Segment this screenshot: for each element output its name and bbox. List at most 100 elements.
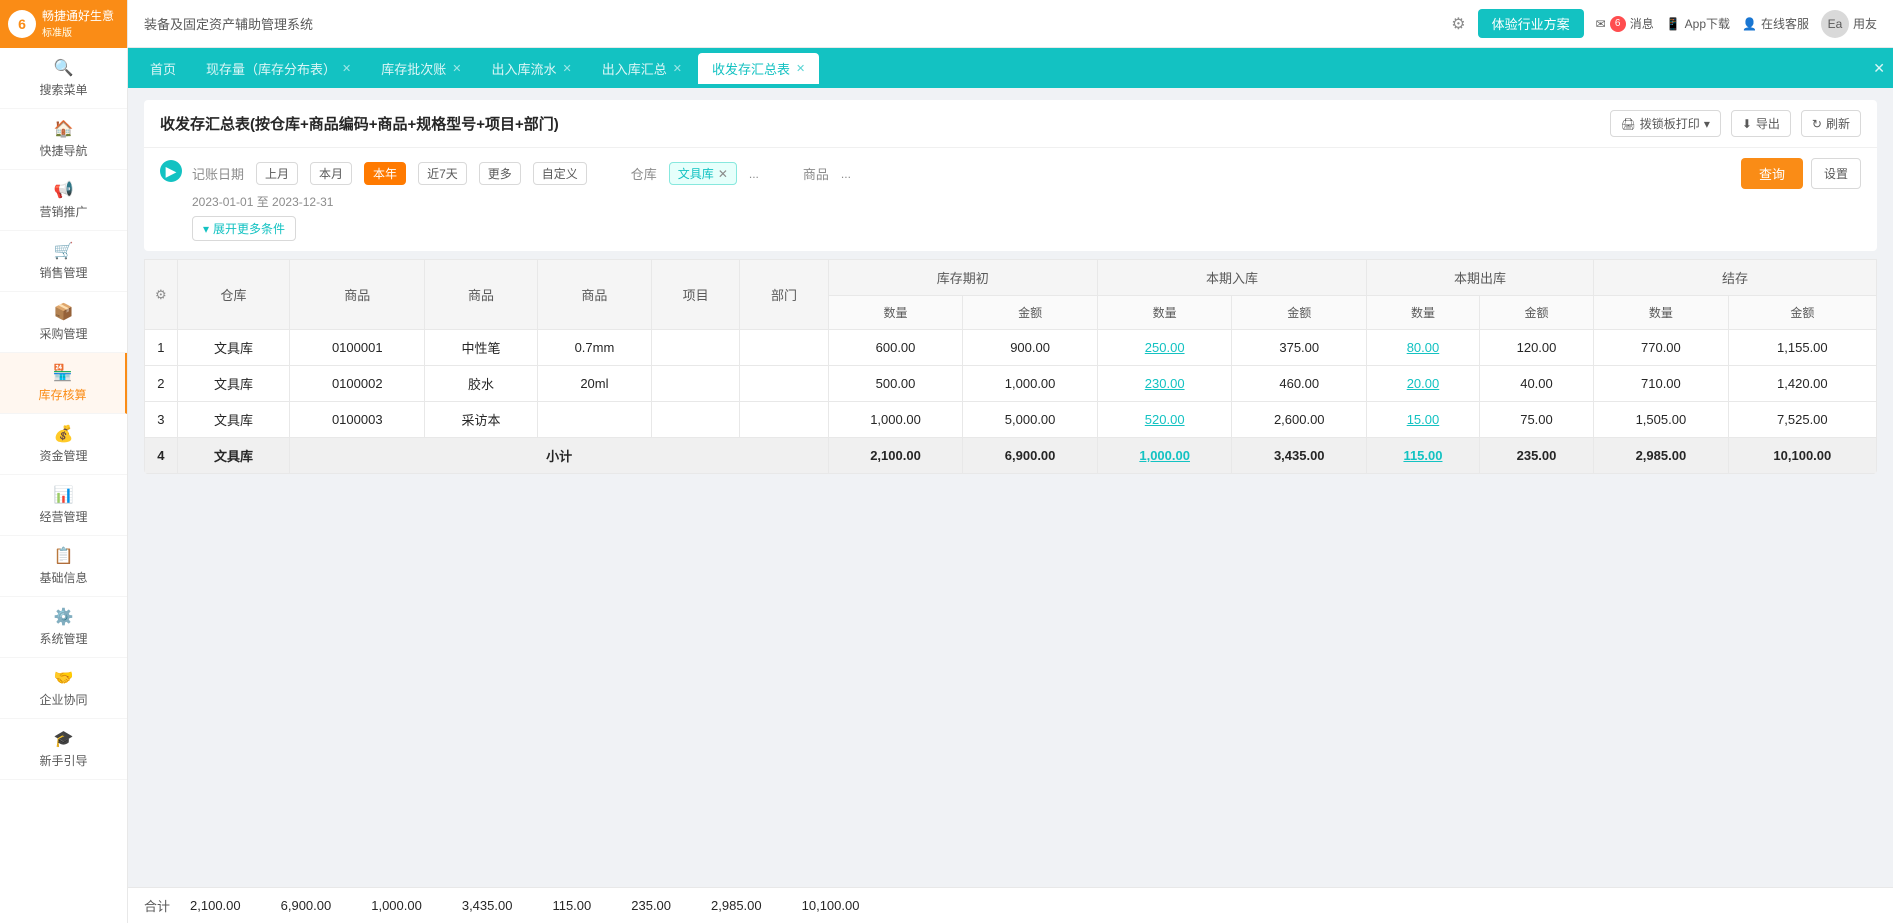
- date-btn-this-month[interactable]: 本月: [310, 162, 352, 185]
- subtotal-index: 4: [145, 438, 178, 474]
- row2-out-qty[interactable]: 20.00: [1367, 366, 1480, 402]
- sales-icon: 🛒: [54, 241, 74, 261]
- tabbar: 首页 现存量（库存分布表） ✕ 库存批次账 ✕ 出入库流水 ✕ 出入库汇总 ✕ …: [128, 48, 1893, 88]
- sidebar-item-quicknav[interactable]: 🏠 快捷导航: [0, 109, 127, 170]
- row1-code: 0100001: [290, 330, 425, 366]
- trial-btn[interactable]: 体验行业方案: [1478, 9, 1584, 38]
- total-out-qty: 115.00: [552, 898, 591, 913]
- print-template-btn[interactable]: 🖨 拨锁板打印 ▾: [1610, 110, 1721, 137]
- query-button[interactable]: 查询: [1741, 158, 1803, 189]
- subtotal-bal-amt: 10,100.00: [1728, 438, 1876, 474]
- sidebar-item-system[interactable]: ⚙️ 系统管理: [0, 597, 127, 658]
- col-spec-header: 商品: [537, 260, 651, 330]
- message-badge: 6: [1610, 16, 1626, 32]
- sidebar-item-newbie[interactable]: 🎓 新手引导: [0, 719, 127, 780]
- row1-in-amt: 375.00: [1232, 330, 1367, 366]
- total-values: 2,100.00 6,900.00 1,000.00 3,435.00 115.…: [190, 898, 859, 913]
- tab-batch-ledger[interactable]: 库存批次账 ✕: [367, 53, 475, 84]
- sidebar-item-inventory[interactable]: 🏪 库存核算: [0, 353, 127, 414]
- user-avatar: Ea: [1821, 10, 1849, 38]
- tab-receive-summary[interactable]: 收发存汇总表 ✕: [698, 53, 819, 84]
- col-outbound-header: 本期出库: [1367, 260, 1594, 296]
- row1-out-qty[interactable]: 80.00: [1367, 330, 1480, 366]
- message-btn[interactable]: ✉ 6 消息: [1596, 15, 1654, 32]
- export-btn[interactable]: ⬇ 导出: [1731, 110, 1791, 137]
- sidebar-item-sales[interactable]: 🛒 销售管理: [0, 231, 127, 292]
- table-row: 2 文具库 0100002 胶水 20ml 500.00 1,000.00 23…: [145, 366, 1877, 402]
- subtotal-open-amt: 6,900.00: [963, 438, 1098, 474]
- col-balance-header: 结存: [1594, 260, 1877, 296]
- row2-project: [652, 366, 740, 402]
- total-in-qty: 1,000.00: [371, 898, 422, 913]
- warehouse-filter-label: 仓库: [631, 164, 657, 183]
- sidebar-item-basic[interactable]: 📋 基础信息: [0, 536, 127, 597]
- col-code-header: 商品: [290, 260, 425, 330]
- col-opening-header: 库存期初: [828, 260, 1097, 296]
- row3-index: 3: [145, 402, 178, 438]
- sidebar-item-finance[interactable]: 💰 资金管理: [0, 414, 127, 475]
- col-bal-qty-header: 数量: [1594, 296, 1729, 330]
- close-all-tabs-btn[interactable]: ✕: [1873, 60, 1885, 77]
- date-btn-custom[interactable]: 自定义: [533, 162, 587, 185]
- app-download-btn[interactable]: 📱 App下载: [1666, 15, 1730, 32]
- total-label: 合计: [144, 896, 170, 915]
- tab-close-inout-summary[interactable]: ✕: [673, 62, 682, 75]
- system-icon: ⚙️: [54, 607, 74, 627]
- sidebar-item-enterprise[interactable]: 🤝 企业协同: [0, 658, 127, 719]
- tab-inout-flow[interactable]: 出入库流水 ✕: [477, 53, 585, 84]
- filter-toggle-btn[interactable]: ▶: [160, 160, 182, 182]
- expand-conditions-btn[interactable]: ▾ 展开更多条件: [192, 216, 296, 241]
- online-service-btn[interactable]: 👤 在线客服: [1742, 15, 1809, 32]
- data-table: ⚙ 仓库 商品 商品 商品 项目 部门 库存期初 本期入库 本期出库 结存: [144, 259, 1877, 474]
- warehouse-more-btn[interactable]: ...: [749, 167, 759, 181]
- row3-dept: [740, 402, 828, 438]
- sidebar-item-operation[interactable]: 📊 经营管理: [0, 475, 127, 536]
- date-btn-more[interactable]: 更多: [479, 162, 521, 185]
- row1-in-qty[interactable]: 250.00: [1097, 330, 1232, 366]
- subtotal-out-qty[interactable]: 115.00: [1367, 438, 1480, 474]
- row2-dept: [740, 366, 828, 402]
- row2-open-qty: 500.00: [828, 366, 963, 402]
- tab-close-receive-summary[interactable]: ✕: [796, 62, 805, 75]
- row2-in-amt: 460.00: [1232, 366, 1367, 402]
- marketing-icon: 📢: [54, 180, 74, 200]
- table-row: 1 文具库 0100001 中性笔 0.7mm 600.00 900.00 25…: [145, 330, 1877, 366]
- row3-out-amt: 75.00: [1479, 402, 1593, 438]
- tab-home[interactable]: 首页: [136, 53, 190, 84]
- col-in-qty-header: 数量: [1097, 296, 1232, 330]
- sidebar-item-marketing[interactable]: 📢 营销推广: [0, 170, 127, 231]
- data-table-wrapper: ⚙ 仓库 商品 商品 商品 项目 部门 库存期初 本期入库 本期出库 结存: [144, 259, 1877, 474]
- logo-icon: 6: [8, 10, 36, 38]
- user-menu[interactable]: Ea 用友: [1821, 10, 1877, 38]
- row3-out-qty[interactable]: 15.00: [1367, 402, 1480, 438]
- date-btn-7days[interactable]: 近7天: [418, 162, 467, 185]
- subtotal-in-qty[interactable]: 1,000.00: [1097, 438, 1232, 474]
- settings-button[interactable]: 设置: [1811, 158, 1861, 189]
- row1-open-amt: 900.00: [963, 330, 1098, 366]
- sidebar-item-search[interactable]: 🔍 搜索菜单: [0, 48, 127, 109]
- subtotal-out-amt: 235.00: [1479, 438, 1593, 474]
- topbar-settings-icon[interactable]: ⚙: [1451, 14, 1465, 34]
- date-btn-this-year[interactable]: 本年: [364, 162, 406, 185]
- tab-close-inventory-dist[interactable]: ✕: [342, 62, 351, 75]
- row3-in-qty[interactable]: 520.00: [1097, 402, 1232, 438]
- sidebar-item-purchase[interactable]: 📦 采购管理: [0, 292, 127, 353]
- refresh-btn[interactable]: ↻ 刷新: [1801, 110, 1861, 137]
- date-btn-last-month[interactable]: 上月: [256, 162, 298, 185]
- page-title: 收发存汇总表(按仓库+商品编码+商品+规格型号+项目+部门): [160, 113, 559, 134]
- row2-spec: 20ml: [537, 366, 651, 402]
- col-project-header: 项目: [652, 260, 740, 330]
- date-filter-label: 记账日期: [192, 164, 244, 183]
- tab-close-batch-ledger[interactable]: ✕: [452, 62, 461, 75]
- warehouse-tag-close[interactable]: ✕: [718, 167, 728, 181]
- col-out-qty-header: 数量: [1367, 296, 1480, 330]
- tab-inventory-dist[interactable]: 现存量（库存分布表） ✕: [192, 53, 365, 84]
- tab-close-inout-flow[interactable]: ✕: [563, 62, 572, 75]
- goods-more-btn[interactable]: ...: [841, 167, 851, 181]
- row2-in-qty[interactable]: 230.00: [1097, 366, 1232, 402]
- tab-inout-summary[interactable]: 出入库汇总 ✕: [588, 53, 696, 84]
- total-open-qty: 2,100.00: [190, 898, 241, 913]
- row2-code: 0100002: [290, 366, 425, 402]
- subtotal-warehouse: 文具库: [177, 438, 290, 474]
- table-settings-icon[interactable]: ⚙: [155, 287, 167, 302]
